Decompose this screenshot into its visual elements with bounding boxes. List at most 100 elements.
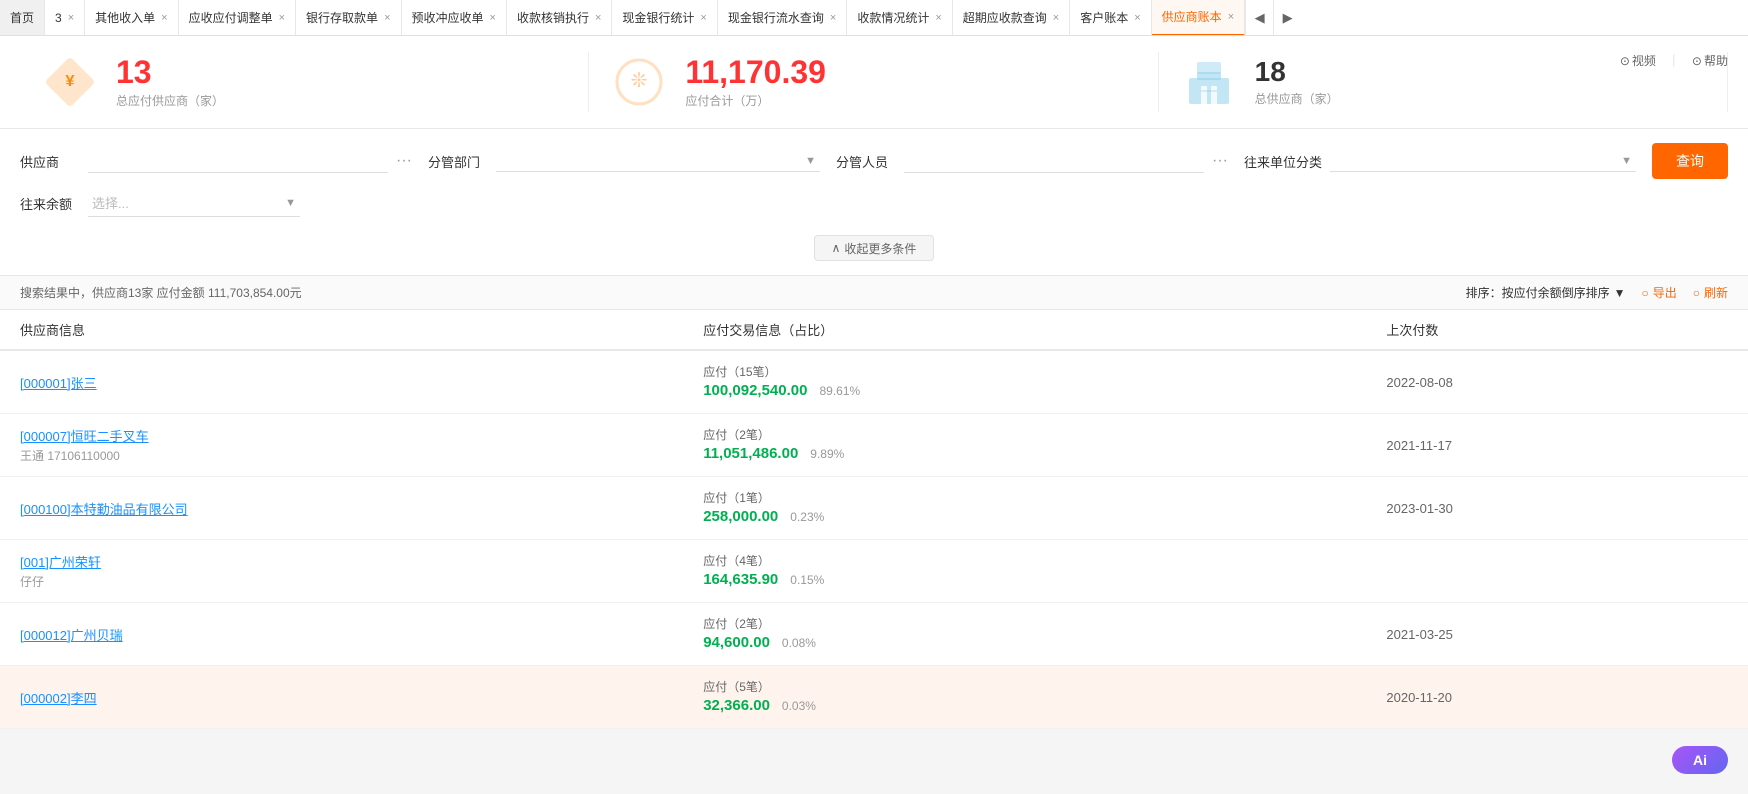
close-receipt-verify-icon[interactable]: × [595, 12, 601, 24]
tx-label: 应付（4笔） [703, 552, 1386, 569]
tx-amount: 11,051,486.00 [703, 445, 798, 462]
total-suppliers-icon [1179, 52, 1239, 112]
nav-next-button[interactable]: ▶ [1273, 0, 1301, 36]
person-label: 分管人员 [836, 152, 896, 171]
close-receipt-stat-icon[interactable]: × [935, 12, 941, 24]
close-tab-3-icon[interactable]: × [68, 12, 74, 24]
table-header: 供应商信息 应付交易信息（占比） 上次付数 [0, 310, 1748, 351]
ai-badge[interactable]: Ai [1672, 746, 1728, 774]
supplier-dots-icon[interactable]: ··· [396, 152, 412, 170]
supplier-link[interactable]: [001]广州荣轩 [20, 555, 101, 570]
tx-label: 应付（2笔） [703, 426, 1386, 443]
nav-tab-customer-ledger[interactable]: 客户账本 × [1070, 0, 1151, 36]
last-pay-date: 2020-11-20 [1386, 690, 1452, 705]
payable-amount-stat: ❊ 11,170.39 应付合计（万） [589, 52, 1158, 112]
supplier-label: 供应商 [20, 152, 80, 171]
nav-tab-supplier-ledger[interactable]: 供应商账本 × [1152, 0, 1245, 36]
filter-row-2: 往来余额 选择... ▼ [20, 189, 1728, 217]
video-link[interactable]: ⊙视频 [1620, 52, 1656, 69]
nav-tab-receipt-verify[interactable]: 收款核销执行 × [507, 0, 612, 36]
results-bar: 搜索结果中，供应商13家 应付金额 111,703,854.00元 排序：按应付… [0, 276, 1748, 310]
supplier-link[interactable]: [000002]李四 [20, 691, 97, 706]
nav-tab-cash-bank-stat[interactable]: 现金银行统计 × [612, 0, 717, 36]
col-tx-info: 应付交易信息（占比） [703, 320, 1386, 339]
supplier-info-cell: [000100]本特勤油品有限公司 [20, 499, 703, 518]
balance-chevron-icon: ▼ [285, 197, 296, 209]
category-select[interactable]: ▼ [1330, 151, 1636, 172]
sort-chevron-icon: ▼ [1614, 286, 1626, 300]
close-cash-bank-stat-icon[interactable]: × [700, 12, 706, 24]
last-pay-date: 2022-08-08 [1386, 375, 1453, 390]
last-pay-cell: 2023-01-30 [1386, 501, 1728, 516]
collapse-button[interactable]: ∧ 收起更多条件 [814, 235, 934, 261]
payable-amount-number: 11,170.39 [685, 56, 826, 88]
results-actions: 排序：按应付余额倒序排序 ▼ ○ 导出 ○ 刷新 [1466, 284, 1728, 301]
nav-tab-advance-ar[interactable]: 预收冲应收单 × [402, 0, 507, 36]
tx-percent: 9.89% [810, 447, 844, 461]
close-bank-deposit-icon[interactable]: × [384, 12, 390, 24]
table-row: [000002]李四 应付（5笔） 32,366.00 0.03% 2020-1… [0, 666, 1748, 729]
dept-select[interactable]: ▼ [496, 151, 820, 172]
person-input[interactable] [904, 149, 1204, 173]
payable-suppliers-label: 总应付供应商（家） [116, 92, 224, 109]
balance-label: 往来余额 [20, 194, 80, 213]
nav-tab-overdue-ar[interactable]: 超期应收款查询 × [953, 0, 1070, 36]
payable-suppliers-number: 13 [116, 56, 224, 88]
close-advance-ar-icon[interactable]: × [490, 12, 496, 24]
balance-select[interactable]: 选择... ▼ [88, 189, 300, 217]
last-pay-cell: 2020-11-20 [1386, 690, 1728, 705]
tx-label: 应付（1笔） [703, 489, 1386, 506]
nav-tab-receipt-stat[interactable]: 收款情况统计 × [847, 0, 952, 36]
supplier-link[interactable]: [000001]张三 [20, 376, 97, 391]
tx-amount: 164,635.90 [703, 571, 778, 588]
close-ar-ap-adjust-icon[interactable]: × [279, 12, 285, 24]
close-cash-flow-icon[interactable]: × [830, 12, 836, 24]
results-summary: 搜索结果中，供应商13家 应付金额 111,703,854.00元 [20, 284, 302, 301]
nav-tab-bank-deposit[interactable]: 银行存取款单 × [296, 0, 401, 36]
tx-label: 应付（5笔） [703, 678, 1386, 695]
table-row: [000001]张三 应付（15笔） 100,092,540.00 89.61%… [0, 351, 1748, 414]
tx-info-cell: 应付（5笔） 32,366.00 0.03% [703, 678, 1386, 716]
tx-percent: 89.61% [819, 384, 860, 398]
table-row: [000012]广州贝瑞 应付（2笔） 94,600.00 0.08% 2021… [0, 603, 1748, 666]
supplier-filter: 供应商 ··· [20, 149, 412, 173]
tx-amount: 100,092,540.00 [703, 382, 807, 399]
supplier-sub: 王通 17106110000 [20, 447, 703, 464]
supplier-info-cell: [001]广州荣轩 仔仔 [20, 552, 703, 590]
person-dots-icon[interactable]: ··· [1212, 152, 1228, 170]
nav-tab-home[interactable]: 首页 [0, 0, 45, 36]
top-nav: 首页 3 × 其他收入单 × 应收应付调整单 × 银行存取款单 × 预收冲应收单… [0, 0, 1748, 36]
refresh-button[interactable]: ○ 刷新 [1693, 284, 1728, 301]
nav-tab-other-income[interactable]: 其他收入单 × [85, 0, 178, 36]
svg-text:¥: ¥ [66, 73, 75, 90]
tx-info-cell: 应付（2笔） 11,051,486.00 9.89% [703, 426, 1386, 464]
collapse-chevron-icon: ∧ [832, 241, 841, 255]
export-icon: ○ [1641, 286, 1648, 300]
table-row: [000007]恒旺二手叉车 王通 17106110000 应付（2笔） 11,… [0, 414, 1748, 477]
dept-filter: 分管部门 ▼ [428, 151, 820, 172]
supplier-link[interactable]: [000012]广州贝瑞 [20, 628, 123, 643]
dept-chevron-icon: ▼ [805, 155, 816, 167]
close-customer-ledger-icon[interactable]: × [1134, 12, 1140, 24]
nav-prev-button[interactable]: ◀ [1245, 0, 1273, 36]
close-other-income-icon[interactable]: × [161, 12, 167, 24]
close-overdue-ar-icon[interactable]: × [1053, 12, 1059, 24]
last-pay-cell: 2021-03-25 [1386, 627, 1728, 642]
help-link[interactable]: ⊙帮助 [1692, 52, 1728, 69]
filter-area: 供应商 ··· 分管部门 ▼ 分管人员 ··· 往来单位分类 ▼ 查询 往来 [0, 129, 1748, 276]
close-supplier-ledger-icon[interactable]: × [1228, 11, 1234, 23]
query-button[interactable]: 查询 [1652, 143, 1728, 179]
nav-tab-ar-ap-adjust[interactable]: 应收应付调整单 × [179, 0, 296, 36]
export-button[interactable]: ○ 导出 [1641, 284, 1676, 301]
tx-amount: 94,600.00 [703, 634, 770, 651]
payable-suppliers-icon: ¥ [40, 52, 100, 112]
filter-row-1: 供应商 ··· 分管部门 ▼ 分管人员 ··· 往来单位分类 ▼ 查询 [20, 143, 1728, 179]
supplier-link[interactable]: [000007]恒旺二手叉车 [20, 429, 149, 444]
dept-label: 分管部门 [428, 152, 488, 171]
supplier-link[interactable]: [000100]本特勤油品有限公司 [20, 502, 188, 517]
nav-tab-3[interactable]: 3 × [45, 0, 85, 36]
nav-tab-cash-flow[interactable]: 现金银行流水查询 × [718, 0, 847, 36]
supplier-input[interactable] [88, 149, 388, 173]
category-label: 往来单位分类 [1244, 152, 1322, 171]
sort-button[interactable]: 排序：按应付余额倒序排序 ▼ [1466, 284, 1626, 301]
